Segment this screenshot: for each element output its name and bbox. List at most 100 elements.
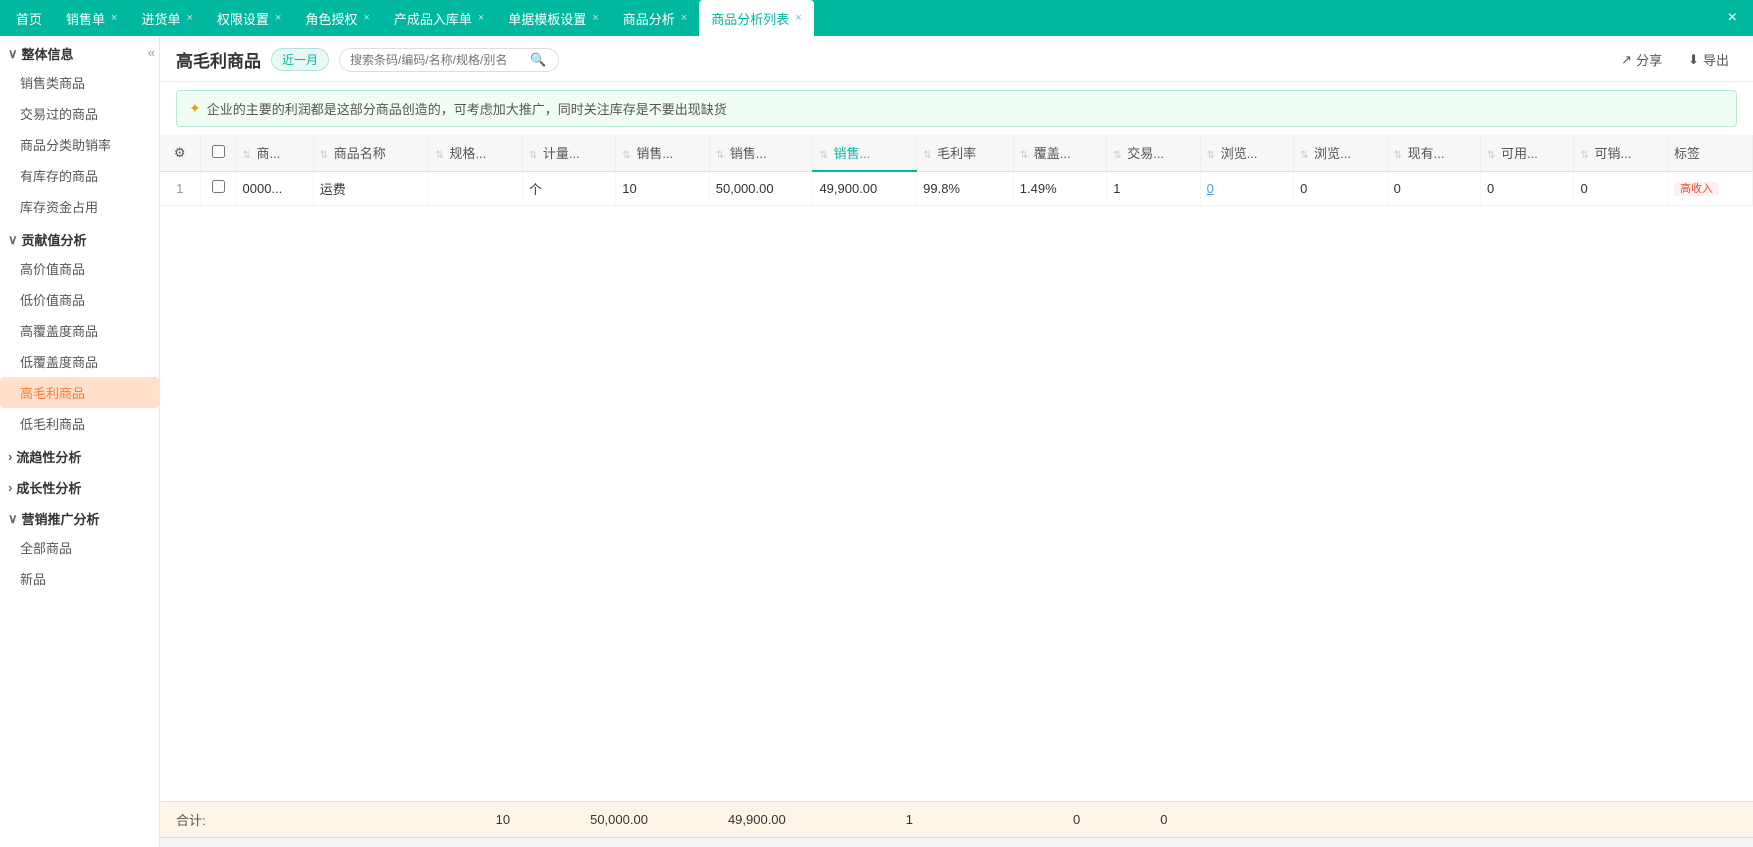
sidebar-group-marketing[interactable]: ∨ 营销推广分析 <box>0 501 159 532</box>
sort-icon: ⇅ <box>435 150 443 161</box>
export-icon: ⬇ <box>1688 52 1699 68</box>
sidebar-item-all-goods[interactable]: 全部商品 <box>0 532 159 563</box>
nav-analysis-list[interactable]: 商品分析列表 × <box>699 0 813 36</box>
cell-sales3: 49,900.00 <box>813 171 917 205</box>
col-gross[interactable]: ⇅ 毛利率 <box>917 135 1014 171</box>
sidebar-collapse-button[interactable]: « <box>148 44 155 60</box>
nav-template[interactable]: 单据模板设置 × <box>496 0 610 36</box>
sidebar-item-low-coverage[interactable]: 低覆盖度商品 <box>0 346 159 377</box>
data-table: ⚙ ⇅ 商... ⇅ 商品名称 <box>160 135 1753 206</box>
footer-transaction: 1 <box>906 812 913 827</box>
table-row: 1 0000... 运费 个 10 50,000.00 49,900.00 99… <box>160 171 1753 205</box>
col-stock-available[interactable]: ⇅ 可用... <box>1481 135 1574 171</box>
col-code[interactable]: ⇅ 商... <box>236 135 313 171</box>
col-unit[interactable]: ⇅ 计量... <box>522 135 615 171</box>
sidebar-item-low-margin[interactable]: 低毛利商品 <box>0 408 159 439</box>
cell-stock-sale: 0 <box>1574 171 1667 205</box>
sidebar-item-high-margin[interactable]: 高毛利商品 <box>0 377 159 408</box>
search-icon[interactable]: 🔍 <box>530 52 546 68</box>
row-checkbox[interactable] <box>212 180 225 193</box>
nav-permissions[interactable]: 权限设置 × <box>205 0 293 36</box>
sidebar-group-overall[interactable]: ∨ 整体信息 <box>0 36 159 67</box>
cell-checkbox[interactable] <box>200 171 236 205</box>
nav-roles[interactable]: 角色授权 × <box>293 0 381 36</box>
col-transaction[interactable]: ⇅ 交易... <box>1107 135 1200 171</box>
sidebar-group-growth[interactable]: › 成长性分析 <box>0 470 159 501</box>
content-header: 高毛利商品 近一月 🔍 ↗ 分享 ⬇ 导出 <box>160 36 1753 82</box>
col-spec[interactable]: ⇅ 规格... <box>429 135 522 171</box>
col-stock-current[interactable]: ⇅ 现有... <box>1387 135 1480 171</box>
col-tag[interactable]: 标签 <box>1667 135 1752 171</box>
nav-purchase[interactable]: 进货单 × <box>129 0 204 36</box>
cell-name: 运费 <box>313 171 429 205</box>
sidebar-item-high-coverage[interactable]: 高覆盖度商品 <box>0 315 159 346</box>
col-settings[interactable]: ⚙ <box>160 135 200 171</box>
col-browse1[interactable]: ⇅ 浏览... <box>1200 135 1293 171</box>
chevron-down-icon: ∨ <box>8 511 18 527</box>
export-button[interactable]: ⬇ 导出 <box>1680 46 1737 73</box>
sidebar-group-contribution[interactable]: ∨ 贡献值分析 <box>0 222 159 253</box>
nav-home[interactable]: 首页 <box>4 0 54 36</box>
nav-sales[interactable]: 销售单 × <box>54 0 129 36</box>
sidebar-item-new-goods[interactable]: 新品 <box>0 563 159 594</box>
search-input[interactable] <box>350 53 530 67</box>
col-browse2[interactable]: ⇅ 浏览... <box>1294 135 1387 171</box>
sort-icon: ⇅ <box>529 150 537 161</box>
cell-stock-current: 0 <box>1387 171 1480 205</box>
cell-browse1[interactable]: 0 <box>1200 171 1293 205</box>
close-icon[interactable]: × <box>681 12 687 24</box>
cell-unit: 个 <box>522 171 615 205</box>
main-layout: « ∨ 整体信息 销售类商品 交易过的商品 商品分类助销率 有库存的商品 库存资… <box>0 36 1753 847</box>
sidebar-group-overall-items: 销售类商品 交易过的商品 商品分类助销率 有库存的商品 库存资金占用 <box>0 67 159 222</box>
total-label: 合计: <box>176 810 206 829</box>
page-title: 高毛利商品 <box>176 47 261 72</box>
col-checkbox[interactable] <box>200 135 236 171</box>
close-icon[interactable]: × <box>363 12 369 24</box>
cell-coverage: 1.49% <box>1013 171 1106 205</box>
cell-sales1: 10 <box>616 171 709 205</box>
col-sales1[interactable]: ⇅ 销售... <box>616 135 709 171</box>
footer-stock: 0 <box>1160 812 1167 827</box>
sidebar-item-category-rate[interactable]: 商品分类助销率 <box>0 129 159 160</box>
sort-icon: ⇅ <box>622 150 630 161</box>
share-button[interactable]: ↗ 分享 <box>1613 46 1670 73</box>
nav-analysis[interactable]: 商品分析 × <box>611 0 699 36</box>
sidebar-item-stock-funds[interactable]: 库存资金占用 <box>0 191 159 222</box>
chevron-right-icon: › <box>8 449 12 464</box>
table-header-row: ⚙ ⇅ 商... ⇅ 商品名称 <box>160 135 1753 171</box>
col-stock-sale[interactable]: ⇅ 可销... <box>1574 135 1667 171</box>
select-all-checkbox[interactable] <box>212 145 225 158</box>
sidebar-group-marketing-items: 全部商品 新品 <box>0 532 159 594</box>
close-icon[interactable]: × <box>795 12 801 24</box>
cell-tag: 高收入 <box>1667 171 1752 205</box>
table-wrapper: ⚙ ⇅ 商... ⇅ 商品名称 <box>160 135 1753 801</box>
cell-gross: 99.8% <box>917 171 1014 205</box>
settings-icon[interactable]: ⚙ <box>174 145 186 160</box>
sidebar: « ∨ 整体信息 销售类商品 交易过的商品 商品分类助销率 有库存的商品 库存资… <box>0 36 160 847</box>
sidebar-group-trend[interactable]: › 流趋性分析 <box>0 439 159 470</box>
sidebar-item-stock-goods[interactable]: 有库存的商品 <box>0 160 159 191</box>
sort-icon: ⇅ <box>819 150 827 161</box>
footer-sales3: 49,900.00 <box>728 812 786 827</box>
sort-icon: ⇅ <box>1394 150 1402 161</box>
col-sales3[interactable]: ⇅ 销售... <box>813 135 917 171</box>
col-name[interactable]: ⇅ 商品名称 <box>313 135 429 171</box>
sidebar-group-contribution-items: 高价值商品 低价值商品 高覆盖度商品 低覆盖度商品 高毛利商品 低毛利商品 <box>0 253 159 439</box>
close-icon[interactable]: × <box>186 12 192 24</box>
close-icon[interactable]: × <box>275 12 281 24</box>
close-all-button[interactable]: × <box>1716 9 1749 27</box>
sidebar-item-high-value[interactable]: 高价值商品 <box>0 253 159 284</box>
close-icon[interactable]: × <box>111 12 117 24</box>
close-icon[interactable]: × <box>592 12 598 24</box>
sidebar-item-sales-goods[interactable]: 销售类商品 <box>0 67 159 98</box>
horizontal-scrollbar[interactable] <box>160 837 1753 847</box>
sidebar-item-traded-goods[interactable]: 交易过的商品 <box>0 98 159 129</box>
col-coverage[interactable]: ⇅ 覆盖... <box>1013 135 1106 171</box>
footer-data: 10 50,000.00 49,900.00 1 0 0 <box>226 812 1168 827</box>
nav-product-warehouse[interactable]: 产成品入库单 × <box>382 0 496 36</box>
sidebar-item-low-value[interactable]: 低价值商品 <box>0 284 159 315</box>
close-icon[interactable]: × <box>478 12 484 24</box>
search-box: 🔍 <box>339 48 559 72</box>
filter-recent-month-button[interactable]: 近一月 <box>271 48 329 71</box>
col-sales2[interactable]: ⇅ 销售... <box>709 135 813 171</box>
